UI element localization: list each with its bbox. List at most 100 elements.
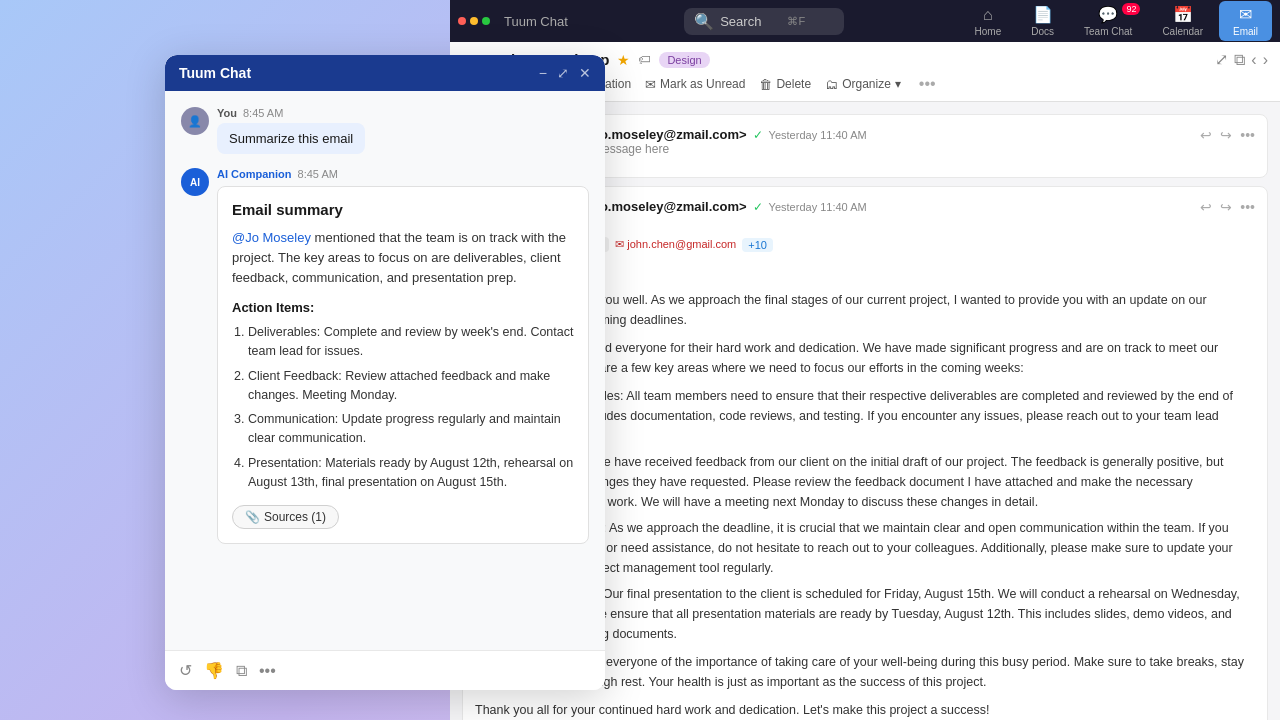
ai-action-1: Deliverables: Complete and review by wee… bbox=[248, 323, 574, 361]
minimize-chat-icon[interactable]: − bbox=[539, 65, 547, 81]
forward-icon-1[interactable]: ↪ bbox=[1220, 127, 1232, 143]
verified-icon-2: ✓ bbox=[753, 200, 763, 214]
user-message-row: 👤 You 8:45 AM Summarize this email bbox=[181, 107, 589, 154]
tab-home[interactable]: ⌂ Home bbox=[961, 2, 1016, 41]
sources-icon: 📎 bbox=[245, 510, 260, 524]
action-item-1: Finalizing Deliverables: All team member… bbox=[495, 386, 1255, 446]
user-bubble: Summarize this email bbox=[217, 123, 365, 154]
summary-title: Email summary bbox=[232, 201, 574, 218]
organize-btn[interactable]: 🗂 Organize ▾ bbox=[825, 77, 901, 92]
email-para4: Thank you all for your continued hard wo… bbox=[475, 700, 1255, 720]
folder-icon: 🗂 bbox=[825, 77, 838, 92]
chat-header-icons: − ⤢ ✕ bbox=[539, 65, 591, 81]
window-controls bbox=[458, 17, 490, 25]
email-card-actions-2: ↩ ↪ ••• bbox=[1200, 199, 1255, 215]
user-time: 8:45 AM bbox=[243, 107, 283, 119]
tab-email[interactable]: ✉ Email bbox=[1219, 1, 1272, 41]
user-name-label: You bbox=[217, 107, 237, 119]
ai-name-time: AI Companion 8:45 AM bbox=[217, 168, 589, 180]
maximize-dot[interactable] bbox=[482, 17, 490, 25]
trash-icon: 🗑 bbox=[759, 77, 772, 92]
user-info: You 8:45 AM Summarize this email bbox=[217, 107, 365, 154]
prev-icon[interactable]: ‹ bbox=[1251, 51, 1256, 69]
dislike-icon[interactable]: 👎 bbox=[204, 661, 224, 680]
close-chat-icon[interactable]: ✕ bbox=[579, 65, 591, 81]
star-icon[interactable]: ★ bbox=[617, 52, 630, 68]
chevron-down-icon: ▾ bbox=[895, 77, 901, 91]
next-icon[interactable]: › bbox=[1263, 51, 1268, 69]
home-icon: ⌂ bbox=[983, 6, 993, 24]
expand-chat-icon[interactable]: ⤢ bbox=[557, 65, 569, 81]
delete-btn[interactable]: 🗑 Delete bbox=[759, 77, 811, 92]
search-bar[interactable]: 🔍 Search ⌘F bbox=[684, 8, 844, 35]
email-meta-2: Jo Moseley <jo.moseley@zmail.com> ✓ Yest… bbox=[515, 199, 1192, 214]
tag-icon[interactable]: 🏷 bbox=[638, 52, 651, 67]
search-icon: 🔍 bbox=[694, 12, 714, 31]
email-icon: ✉ bbox=[1239, 5, 1252, 24]
email-card-actions-1: ↩ ↪ ••• bbox=[1200, 127, 1255, 143]
chat-footer: ↺ 👎 ⧉ ••• bbox=[165, 650, 605, 690]
user-name-time: You 8:45 AM bbox=[217, 107, 365, 119]
more-options-icon[interactable]: ••• bbox=[919, 75, 936, 93]
top-bar: Tuum Chat 🔍 Search ⌘F ⌂ Home 📄 Docs 💬 Te… bbox=[450, 0, 1280, 42]
minimize-dot[interactable] bbox=[470, 17, 478, 25]
reply-icon-1[interactable]: ↩ bbox=[1200, 127, 1212, 143]
timestamp-2: Yesterday 11:40 AM bbox=[769, 201, 867, 213]
preview-text-1: Preview email message here bbox=[515, 142, 1192, 156]
chat-header: Tuum Chat − ⤢ ✕ bbox=[165, 55, 605, 91]
regenerate-icon[interactable]: ↺ bbox=[179, 661, 192, 680]
action-item-2: Client Feedback: We have received feedba… bbox=[495, 452, 1255, 512]
expand-icon[interactable]: ⤢ bbox=[1215, 50, 1228, 69]
tab-team-chat[interactable]: 💬 Team Chat 92 bbox=[1070, 1, 1146, 41]
top-bar-left: Tuum Chat bbox=[458, 14, 568, 29]
ai-message-row: AI AI Companion 8:45 AM Email summary @J… bbox=[181, 168, 589, 544]
mark-unread-btn[interactable]: ✉ Mark as Unread bbox=[645, 77, 745, 92]
calendar-icon: 📅 bbox=[1173, 5, 1193, 24]
action-item-3: Team Collaboration: As we approach the d… bbox=[495, 518, 1255, 578]
ai-action-list: Deliverables: Complete and review by wee… bbox=[232, 323, 574, 491]
action-item-4: Final Presentation: Our final presentati… bbox=[495, 584, 1255, 644]
chat-title: Tuum Chat bbox=[179, 65, 251, 81]
reply-icon-2[interactable]: ↩ bbox=[1200, 199, 1212, 215]
mention-jo: @Jo Moseley bbox=[232, 230, 311, 245]
more-footer-icon[interactable]: ••• bbox=[259, 662, 276, 680]
ai-name-label: AI Companion bbox=[217, 168, 292, 180]
ai-avatar: AI bbox=[181, 168, 209, 196]
header-actions-right: ⤢ ⧉ ‹ › bbox=[1215, 50, 1268, 69]
app-name: Tuum Chat bbox=[504, 14, 568, 29]
search-shortcut: ⌘F bbox=[787, 15, 805, 28]
external-icon[interactable]: ⧉ bbox=[1234, 51, 1245, 69]
sources-label: Sources (1) bbox=[264, 510, 326, 524]
ai-time: 8:45 AM bbox=[298, 168, 338, 180]
summary-text: @Jo Moseley mentioned that the team is o… bbox=[232, 228, 574, 288]
ai-message-content: AI Companion 8:45 AM Email summary @Jo M… bbox=[217, 168, 589, 544]
chat-badge: 92 bbox=[1122, 3, 1140, 15]
recipient-john: ✉ john.chen@gmail.com bbox=[615, 238, 736, 251]
tab-calendar[interactable]: 📅 Calendar bbox=[1148, 1, 1217, 41]
ai-bubble: Email summary @Jo Moseley mentioned that… bbox=[217, 186, 589, 544]
copy-icon[interactable]: ⧉ bbox=[236, 662, 247, 680]
design-badge[interactable]: Design bbox=[659, 52, 709, 68]
ai-action-2: Client Feedback: Review attached feedbac… bbox=[248, 367, 574, 405]
user-avatar: 👤 bbox=[181, 107, 209, 135]
search-label: Search bbox=[720, 14, 761, 29]
recipient-more: +10 bbox=[742, 238, 773, 252]
chat-icon: 💬 bbox=[1098, 5, 1118, 24]
more-icon-2[interactable]: ••• bbox=[1240, 199, 1255, 215]
email-meta-1: Jo Moseley <jo.moseley@zmail.com> ✓ Yest… bbox=[515, 127, 1192, 156]
ai-action-3: Communication: Update progress regularly… bbox=[248, 410, 574, 448]
mail-icon: ✉ bbox=[645, 77, 656, 92]
ai-action-4: Presentation: Materials ready by August … bbox=[248, 454, 574, 492]
forward-icon-2[interactable]: ↪ bbox=[1220, 199, 1232, 215]
chat-messages: 👤 You 8:45 AM Summarize this email AI AI… bbox=[165, 91, 605, 650]
action-items-title: Action Items: bbox=[232, 300, 574, 315]
chat-panel: Tuum Chat − ⤢ ✕ 👤 You 8:45 AM Summarize … bbox=[165, 55, 605, 690]
docs-icon: 📄 bbox=[1033, 5, 1053, 24]
more-icon-1[interactable]: ••• bbox=[1240, 127, 1255, 143]
tab-docs[interactable]: 📄 Docs bbox=[1017, 1, 1068, 41]
timestamp-1: Yesterday 11:40 AM bbox=[769, 129, 867, 141]
nav-tabs: ⌂ Home 📄 Docs 💬 Team Chat 92 📅 Calendar … bbox=[961, 1, 1272, 41]
sources-button[interactable]: 📎 Sources (1) bbox=[232, 505, 339, 529]
close-dot[interactable] bbox=[458, 17, 466, 25]
verified-icon-1: ✓ bbox=[753, 128, 763, 142]
